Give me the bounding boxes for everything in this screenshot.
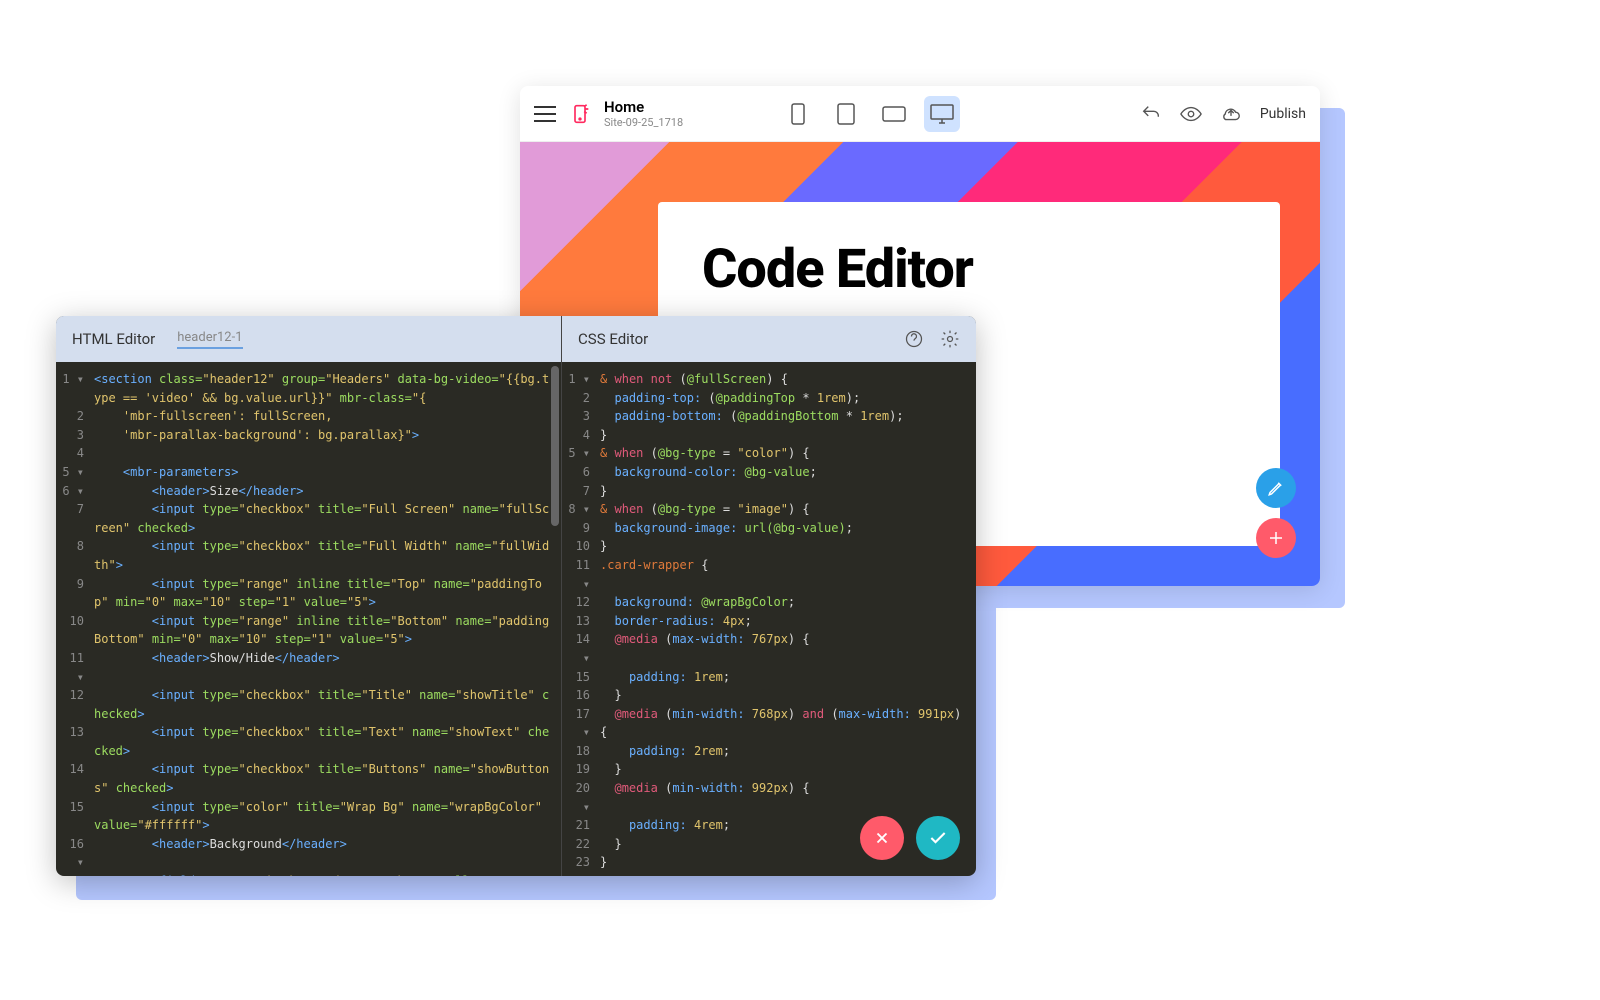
code-line[interactable]: 5 ▾ <mbr-parameters>	[56, 463, 561, 482]
publish-button[interactable]: Publish	[1260, 106, 1306, 122]
undo-icon[interactable]	[1140, 103, 1162, 125]
code-line[interactable]: 17 ▾ <fieldset type="background" name="b…	[56, 872, 561, 876]
code-line[interactable]: 2 'mbr-fullscreen': fullScreen,	[56, 407, 561, 426]
code-line[interactable]: 8 <input type="checkbox" title="Full Wid…	[56, 537, 561, 574]
viewport-mobile[interactable]	[780, 96, 816, 132]
css-pane: CSS Editor 1 ▾& when not (@fullScreen) {…	[562, 316, 976, 876]
cloud-icon[interactable]	[1220, 103, 1242, 125]
code-editor-window: HTML Editor header12-1 1 ▾<section class…	[56, 316, 976, 876]
code-line[interactable]: 10 <input type="range" inline title="Bot…	[56, 612, 561, 649]
site-id: Site-09-25_1718	[604, 116, 683, 129]
code-line[interactable]: 15 <input type="color" title="Wrap Bg" n…	[56, 798, 561, 835]
viewport-tablet[interactable]	[828, 96, 864, 132]
code-line[interactable]: 12 background: @wrapBgColor;	[562, 593, 976, 612]
code-line[interactable]: 10 }	[562, 537, 976, 556]
code-line[interactable]: 3 'mbr-parallax-background': bg.parallax…	[56, 426, 561, 445]
menu-icon[interactable]	[534, 106, 556, 122]
html-pane-header: HTML Editor header12-1	[56, 316, 561, 362]
viewports	[780, 96, 960, 132]
code-line[interactable]: 13 border-radius: 4px;	[562, 612, 976, 631]
code-line[interactable]: 4 }	[562, 426, 976, 445]
code-line[interactable]: 8 ▾& when (@bg-type = "image") {	[562, 500, 976, 519]
code-line[interactable]: 7 }	[562, 482, 976, 501]
code-line[interactable]: 14 ▾ @media (max-width: 767px) {	[562, 630, 976, 667]
cancel-button[interactable]	[860, 816, 904, 860]
css-editor-label: CSS Editor	[578, 330, 648, 348]
code-line[interactable]: 5 ▾& when (@bg-type = "color") {	[562, 444, 976, 463]
code-line[interactable]: 20 ▾ @media (min-width: 992px) {	[562, 779, 976, 816]
code-line[interactable]: 3 padding-bottom: (@paddingBottom * 1rem…	[562, 407, 976, 426]
editor-actions	[860, 816, 960, 860]
gear-icon[interactable]	[940, 329, 960, 349]
code-line[interactable]: 2 padding-top: (@paddingTop * 1rem);	[562, 389, 976, 408]
help-icon[interactable]	[904, 329, 924, 349]
code-line[interactable]: 11 ▾.card-wrapper {	[562, 556, 976, 593]
scrollbar[interactable]	[551, 366, 559, 526]
code-line[interactable]: 6 background-color: @bg-value;	[562, 463, 976, 482]
code-line[interactable]: 7 <input type="checkbox" title="Full Scr…	[56, 500, 561, 537]
logo-icon	[570, 104, 590, 124]
html-tab[interactable]: header12-1	[177, 330, 242, 349]
code-line[interactable]: 1 ▾& when not (@fullScreen) {	[562, 370, 976, 389]
code-line[interactable]: 18 padding: 2rem;	[562, 742, 976, 761]
code-line[interactable]: 4	[56, 444, 561, 463]
top-right-actions: Publish	[1140, 103, 1306, 125]
code-line[interactable]: 11 ▾ <header>Show/Hide</header>	[56, 649, 561, 686]
code-line[interactable]: 9 background-image: url(@bg-value);	[562, 519, 976, 538]
code-line[interactable]: 24	[562, 872, 976, 876]
code-line[interactable]: 17 ▾ @media (min-width: 768px) and (max-…	[562, 705, 976, 742]
code-line[interactable]: 13 <input type="checkbox" title="Text" n…	[56, 723, 561, 760]
add-fab[interactable]	[1256, 518, 1296, 558]
code-line[interactable]: 16 }	[562, 686, 976, 705]
site-title[interactable]: Home Site-09-25_1718	[604, 98, 683, 129]
code-line[interactable]: 15 padding: 1rem;	[562, 668, 976, 687]
css-pane-header: CSS Editor	[562, 316, 976, 362]
html-pane: HTML Editor header12-1 1 ▾<section class…	[56, 316, 562, 876]
html-code-area[interactable]: 1 ▾<section class="header12" group="Head…	[56, 362, 561, 876]
code-line[interactable]: 12 <input type="checkbox" title="Title" …	[56, 686, 561, 723]
ok-button[interactable]	[916, 816, 960, 860]
viewport-desktop[interactable]	[924, 96, 960, 132]
code-line[interactable]: 19 }	[562, 760, 976, 779]
preview-icon[interactable]	[1180, 103, 1202, 125]
topbar: Home Site-09-25_1718 Publish	[520, 86, 1320, 142]
viewport-tablet-land[interactable]	[876, 96, 912, 132]
edit-fab[interactable]	[1256, 468, 1296, 508]
html-editor-label: HTML Editor	[72, 330, 155, 348]
card-title: Code Editor	[702, 238, 1236, 301]
css-code-area[interactable]: 1 ▾& when not (@fullScreen) {2 padding-t…	[562, 362, 976, 876]
page-name: Home	[604, 98, 683, 116]
code-line[interactable]: 9 <input type="range" inline title="Top"…	[56, 575, 561, 612]
code-line[interactable]: 1 ▾<section class="header12" group="Head…	[56, 370, 561, 407]
code-line[interactable]: 16 ▾ <header>Background</header>	[56, 835, 561, 872]
code-line[interactable]: 14 <input type="checkbox" title="Buttons…	[56, 760, 561, 797]
code-line[interactable]: 6 ▾ <header>Size</header>	[56, 482, 561, 501]
